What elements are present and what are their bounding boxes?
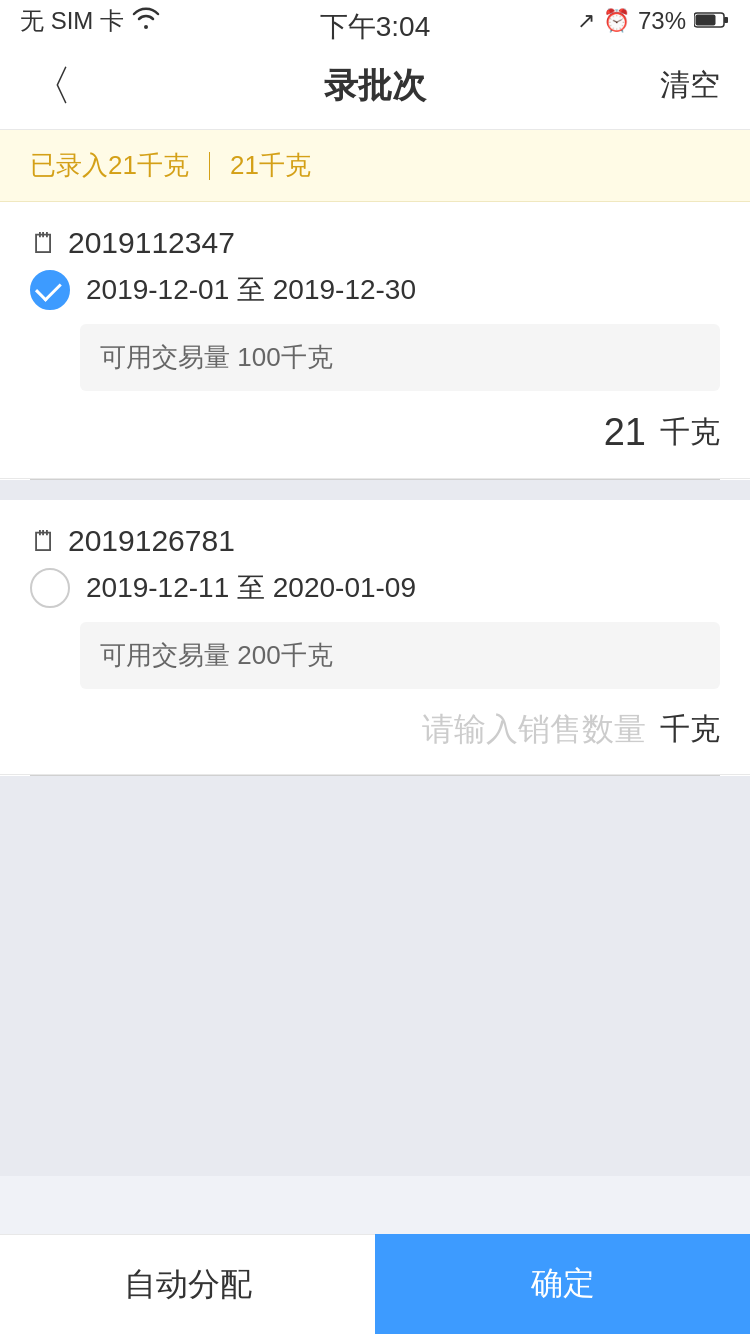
radio-1[interactable] bbox=[30, 270, 70, 310]
batch-number-2: 2019126781 bbox=[68, 524, 235, 558]
battery-icon bbox=[694, 7, 730, 35]
page-title: 录批次 bbox=[324, 63, 426, 109]
status-left: 无 SIM 卡 bbox=[20, 5, 160, 37]
summary-total: 21千克 bbox=[230, 148, 311, 183]
item-2-date: 2019-12-11 至 2020-01-09 bbox=[86, 569, 416, 607]
back-button[interactable]: 〈 bbox=[30, 58, 90, 114]
item-1-unit: 千克 bbox=[660, 412, 720, 453]
nav-bar: 〈 录批次 清空 bbox=[0, 42, 750, 130]
status-bar: 无 SIM 卡 下午3:04 ↗ ⏰ 73% bbox=[0, 0, 750, 42]
batch-item-1: 🗒 2019112347 2019-12-01 至 2019-12-30 可用交… bbox=[0, 202, 750, 480]
batch-number-1: 2019112347 bbox=[68, 226, 235, 260]
item-1-quantity: 21 bbox=[604, 411, 646, 454]
radio-2[interactable] bbox=[30, 568, 70, 608]
item-1-input-row: 21 千克 bbox=[0, 391, 750, 479]
item-1-date: 2019-12-01 至 2019-12-30 bbox=[86, 271, 416, 309]
item-2-input-row[interactable]: 千克 bbox=[0, 689, 750, 775]
location-icon: ↗ bbox=[577, 8, 595, 34]
batch-icon-2: 🗒 bbox=[30, 525, 58, 558]
clear-button[interactable]: 清空 bbox=[660, 65, 720, 106]
status-time: 下午3:04 bbox=[320, 8, 431, 46]
status-right: ↗ ⏰ 73% bbox=[577, 7, 730, 35]
auto-distribute-button[interactable]: 自动分配 bbox=[0, 1234, 375, 1334]
batch-icon-1: 🗒 bbox=[30, 227, 58, 260]
bottom-gray-area bbox=[0, 776, 750, 1176]
item-2-date-row[interactable]: 2019-12-11 至 2020-01-09 bbox=[0, 558, 750, 608]
summary-banner: 已录入21千克 21千克 bbox=[0, 130, 750, 202]
battery-text: 73% bbox=[638, 7, 686, 35]
item-1-date-row[interactable]: 2019-12-01 至 2019-12-30 bbox=[0, 260, 750, 310]
item-2-available: 可用交易量 200千克 bbox=[80, 622, 720, 689]
footer-bar: 自动分配 确定 bbox=[0, 1234, 750, 1334]
wifi-icon bbox=[132, 7, 160, 35]
alarm-icon: ⏰ bbox=[603, 8, 630, 34]
item-2-unit: 千克 bbox=[660, 709, 720, 750]
summary-entered: 已录入21千克 bbox=[30, 148, 189, 183]
svg-rect-1 bbox=[724, 17, 728, 23]
svg-rect-2 bbox=[696, 15, 716, 26]
carrier-text: 无 SIM 卡 bbox=[20, 5, 124, 37]
quantity-input-2[interactable] bbox=[245, 711, 646, 748]
item-2-header: 🗒 2019126781 bbox=[0, 500, 750, 558]
item-1-header: 🗒 2019112347 bbox=[0, 202, 750, 260]
item-1-available: 可用交易量 100千克 bbox=[80, 324, 720, 391]
confirm-button[interactable]: 确定 bbox=[375, 1234, 750, 1334]
summary-divider bbox=[209, 152, 210, 180]
batch-item-2: 🗒 2019126781 2019-12-11 至 2020-01-09 可用交… bbox=[0, 500, 750, 776]
card-spacer bbox=[0, 480, 750, 500]
